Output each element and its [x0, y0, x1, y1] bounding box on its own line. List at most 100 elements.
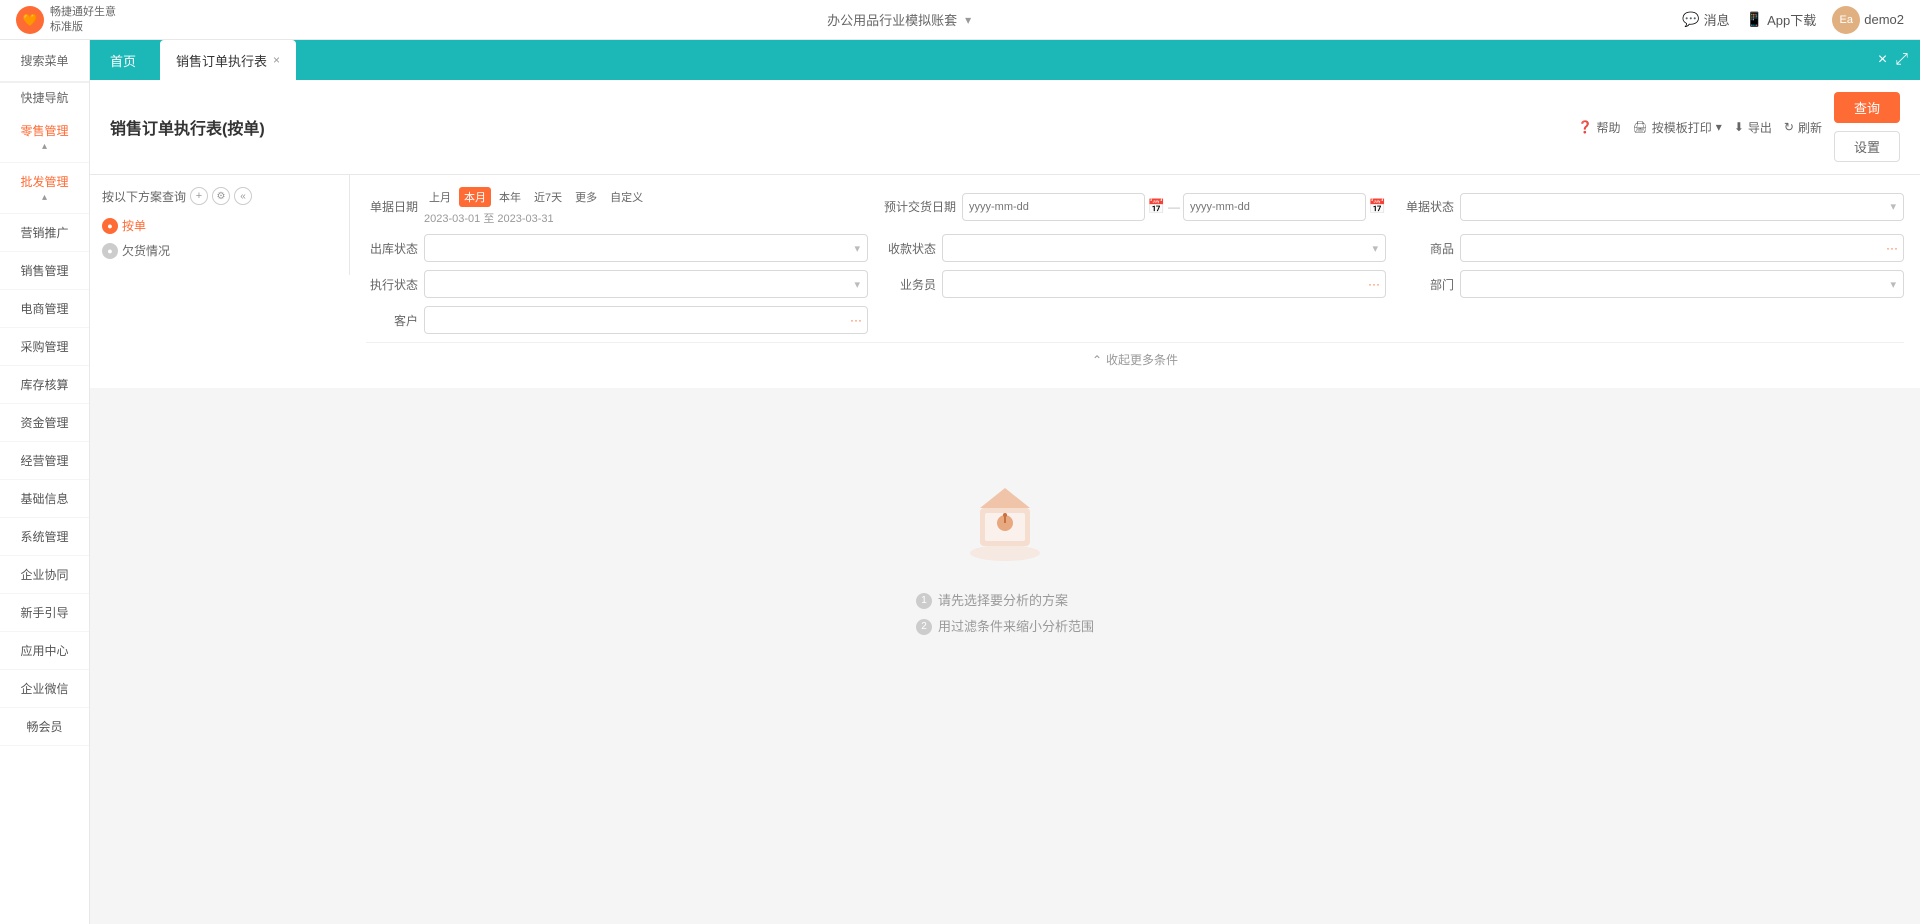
collapse-arrow-icon: ⌃: [1092, 353, 1102, 367]
sidebar-item-inventory[interactable]: 库存核算: [0, 366, 89, 404]
department-label: 部门: [1402, 276, 1454, 293]
user-label: demo2: [1864, 12, 1904, 27]
date-tag-thismonth[interactable]: 本月: [459, 187, 491, 207]
date-tag-more[interactable]: 更多: [570, 187, 602, 207]
page-header-actions: ❓ 帮助 🖨 按模板打印 ▾ ⬇ 导出 ↻ 刷新: [1578, 92, 1900, 162]
customer-dots-icon[interactable]: ···: [850, 313, 862, 327]
sidebar-item-label: 经营管理: [20, 452, 68, 469]
export-label: 导出: [1748, 119, 1772, 136]
date-end-calendar-icon[interactable]: 📅: [1369, 198, 1386, 215]
salesperson-dots-icon[interactable]: ···: [1368, 277, 1380, 291]
date-tags: 上月 本月 本年 近7天 更多 自定义: [424, 187, 868, 207]
workspace-title: 办公用品行业模拟账套: [827, 10, 957, 29]
print-button[interactable]: 🖨 按模板打印 ▾: [1633, 119, 1722, 136]
salesperson-input[interactable]: [942, 270, 1386, 298]
payment-status-select[interactable]: [942, 234, 1386, 262]
collapse-label: 收起更多条件: [1106, 351, 1178, 368]
date-range-text: 2023-03-01 至 2023-03-31: [424, 210, 868, 226]
page-header: 销售订单执行表(按单) ❓ 帮助 🖨 按模板打印 ▾ ⬇ 导出: [90, 80, 1920, 175]
order-status-select-wrapper: [1460, 193, 1904, 221]
settings-button[interactable]: 设置: [1834, 131, 1900, 162]
filter-main-row: 按以下方案查询 + ⚙ « ● 按单 ● 欠货情况: [90, 175, 1920, 388]
plan-item-arrears[interactable]: ● 欠货情况: [102, 238, 337, 263]
sidebar-item-system[interactable]: 系统管理: [0, 518, 89, 556]
sidebar-item-wholesale[interactable]: 批发管理 ▴: [0, 163, 89, 214]
sidebar-item-label: 基础信息: [20, 490, 68, 507]
goods-dots-icon[interactable]: ···: [1886, 241, 1898, 255]
message-icon: 💬: [1682, 11, 1699, 28]
sidebar-item-enterprise[interactable]: 企业协同: [0, 556, 89, 594]
date-tag-custom[interactable]: 自定义: [605, 187, 648, 207]
refresh-button[interactable]: ↻ 刷新: [1784, 119, 1822, 136]
sidebar-item-apps[interactable]: 应用中心: [0, 632, 89, 670]
export-button[interactable]: ⬇ 导出: [1734, 119, 1772, 136]
plan-setting-button[interactable]: ⚙: [212, 187, 230, 205]
sidebar-search-section: 搜索菜单: [0, 40, 89, 82]
sidebar-item-member[interactable]: 畅会员: [0, 708, 89, 746]
sidebar-item-purchase[interactable]: 采购管理: [0, 328, 89, 366]
exec-status-select[interactable]: [424, 270, 868, 298]
quick-nav-button[interactable]: 快捷导航: [0, 82, 89, 112]
goods-input[interactable]: [1460, 234, 1904, 262]
sidebar-item-label: 零售管理: [20, 122, 68, 139]
sidebar-item-wechat[interactable]: 企业微信: [0, 670, 89, 708]
workspace-selector[interactable]: 办公用品行业模拟账套 ▾: [827, 10, 971, 29]
message-button[interactable]: 💬 消息: [1682, 10, 1729, 29]
top-bar: 🧡 畅捷通好生意 标准版 办公用品行业模拟账套 ▾ 💬 消息 📱 App下载 E…: [0, 0, 1920, 40]
help-label: 帮助: [1597, 119, 1621, 136]
department-select[interactable]: [1460, 270, 1904, 298]
plan-item-label: 欠货情况: [122, 242, 170, 259]
sidebar-item-newbie[interactable]: 新手引导: [0, 594, 89, 632]
sidebar-item-finance[interactable]: 资金管理: [0, 404, 89, 442]
order-status-select[interactable]: [1460, 193, 1904, 221]
help-button[interactable]: ❓ 帮助: [1578, 119, 1621, 136]
sidebar-item-operation[interactable]: 经营管理: [0, 442, 89, 480]
add-plan-button[interactable]: +: [190, 187, 208, 205]
date-tag-thisyear[interactable]: 本年: [494, 187, 526, 207]
expected-date-end-input[interactable]: [1183, 193, 1366, 221]
tab-maximize-button[interactable]: ⤢: [1895, 51, 1908, 69]
date-tag-7days[interactable]: 近7天: [529, 187, 567, 207]
sidebar-item-sales[interactable]: 销售管理: [0, 252, 89, 290]
collapse-plan-button[interactable]: «: [234, 187, 252, 205]
help-icon: ❓: [1578, 120, 1593, 134]
filter-left-panel: 按以下方案查询 + ⚙ « ● 按单 ● 欠货情况: [90, 175, 350, 275]
sidebar-item-label: 批发管理: [20, 173, 68, 190]
filter-plan-title: 按以下方案查询 + ⚙ «: [102, 187, 337, 205]
print-icon: 🖨: [1633, 120, 1648, 134]
sidebar: 搜索菜单 快捷导航 零售管理 ▴ 批发管理 ▴ 营销推广 销售管理 电商管理 采…: [0, 40, 90, 924]
user-menu[interactable]: Ea demo2: [1832, 6, 1904, 34]
app-download-button[interactable]: 📱 App下载: [1746, 10, 1817, 29]
tab-sales-order-exec[interactable]: 销售订单执行表 ×: [160, 40, 296, 80]
date-start-calendar-icon[interactable]: 📅: [1148, 198, 1165, 215]
shipment-status-select[interactable]: [424, 234, 868, 262]
customer-input-wrapper: ···: [424, 306, 868, 334]
tab-minimize-button[interactable]: ×: [1878, 51, 1887, 69]
tab-bar: 首页 销售订单执行表 × × ⤢: [90, 40, 1920, 80]
search-menu-button[interactable]: 搜索菜单: [6, 48, 83, 73]
query-button[interactable]: 查询: [1834, 92, 1900, 123]
export-icon: ⬇: [1734, 120, 1744, 134]
exec-status-select-wrapper: [424, 270, 868, 298]
tab-close-icon[interactable]: ×: [273, 53, 280, 67]
sidebar-item-marketing[interactable]: 营销推广: [0, 214, 89, 252]
customer-input[interactable]: [424, 306, 868, 334]
tab-label: 销售订单执行表: [176, 51, 267, 70]
expected-date-start-input[interactable]: [962, 193, 1145, 221]
date-tag-lastmonth[interactable]: 上月: [424, 187, 456, 207]
empty-tip-2: 2 用过滤条件来缩小分析范围: [916, 614, 1094, 640]
shipment-status-select-wrapper: [424, 234, 868, 262]
plan-item-label: 按单: [122, 217, 146, 234]
workspace-dropdown-icon[interactable]: ▾: [965, 13, 971, 27]
tab-home[interactable]: 首页: [90, 40, 156, 80]
sidebar-item-ecommerce[interactable]: 电商管理: [0, 290, 89, 328]
main-layout: 搜索菜单 快捷导航 零售管理 ▴ 批发管理 ▴ 营销推广 销售管理 电商管理 采…: [0, 40, 1920, 924]
sidebar-item-retail[interactable]: 零售管理 ▴: [0, 112, 89, 163]
sidebar-item-basic[interactable]: 基础信息: [0, 480, 89, 518]
plan-item-byorder[interactable]: ● 按单: [102, 213, 337, 238]
logo-text: 畅捷通好生意 标准版: [50, 5, 116, 34]
collapse-more-button[interactable]: ⌃ 收起更多条件: [366, 342, 1904, 376]
message-label: 消息: [1704, 10, 1730, 29]
chevron-down-icon: ▴: [42, 192, 47, 203]
sidebar-item-label: 销售管理: [20, 262, 68, 279]
